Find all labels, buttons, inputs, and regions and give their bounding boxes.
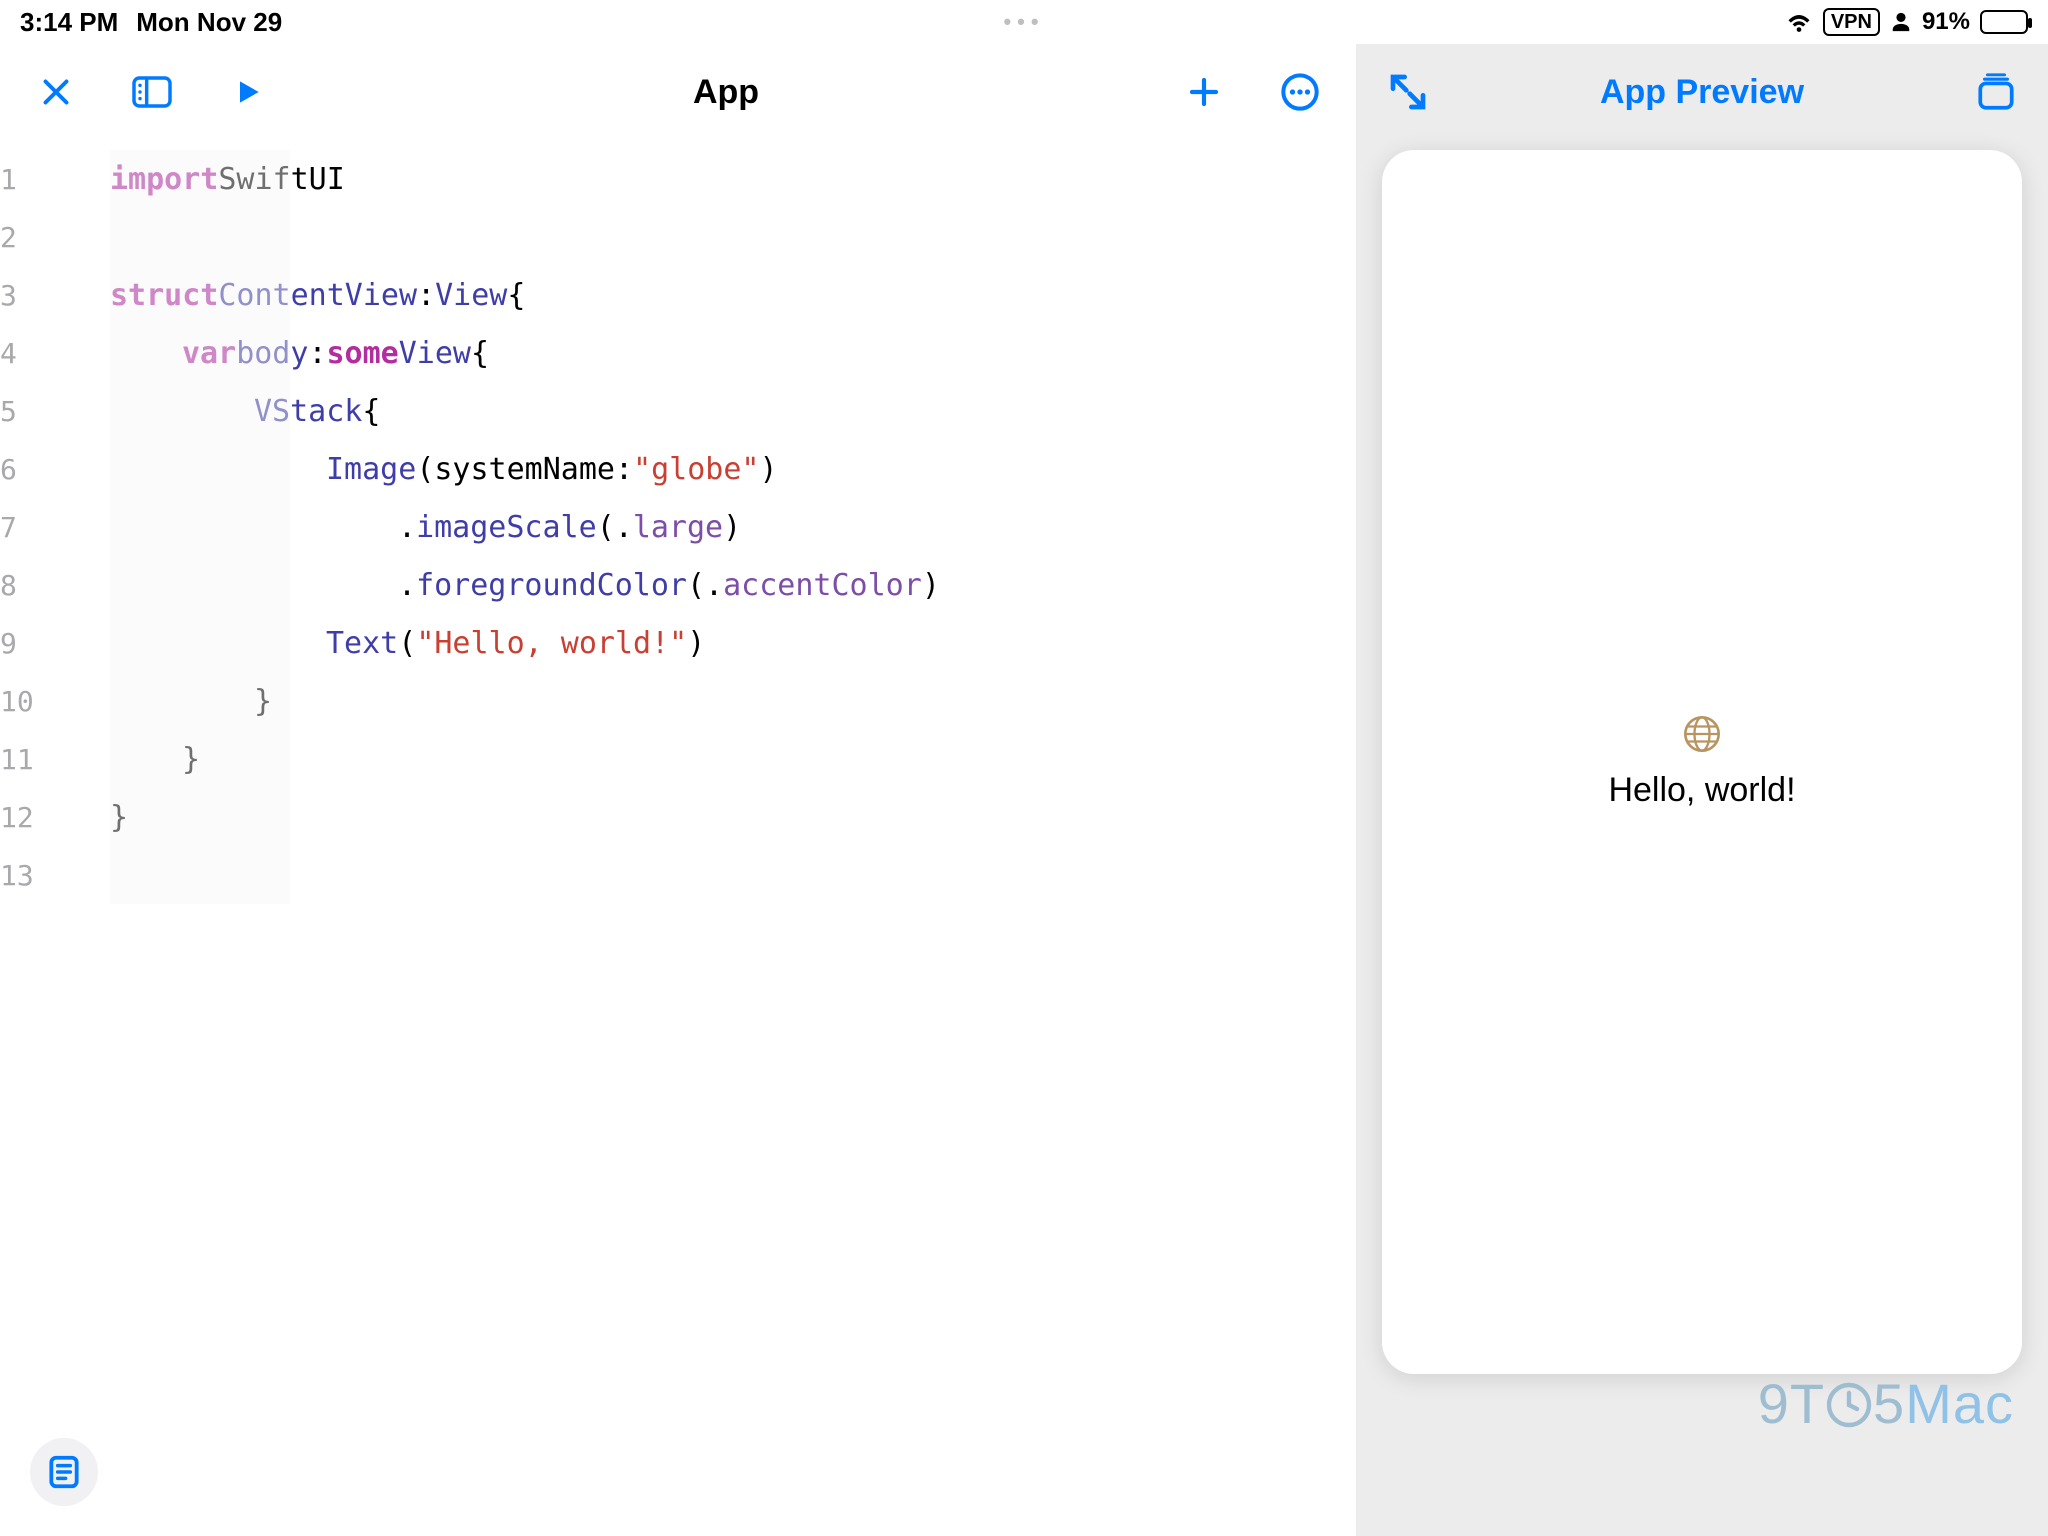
more-button[interactable] (1278, 70, 1322, 114)
add-button[interactable] (1182, 70, 1226, 114)
token: VStack (254, 394, 362, 429)
code-line[interactable] (110, 208, 1356, 266)
wifi-icon (1785, 11, 1813, 33)
token: ) (760, 452, 778, 487)
preview-title: App Preview (1460, 73, 1944, 112)
line-number: 3 (0, 279, 17, 312)
documentation-button[interactable] (30, 1438, 98, 1506)
token: ) (687, 626, 705, 661)
token: ) (723, 510, 741, 545)
token: ContentView (218, 278, 417, 313)
code-line[interactable]: import SwiftUI (110, 150, 1356, 208)
preview-hello-text: Hello, world! (1608, 771, 1795, 810)
token: "Hello, world!" (416, 626, 687, 661)
line-number: 7 (0, 511, 17, 544)
battery-percent: 91% (1922, 8, 1970, 36)
code-line[interactable]: VStack { (110, 382, 1356, 440)
code-line[interactable]: var body: some View { (110, 324, 1356, 382)
token: Text (326, 626, 398, 661)
window-stack-button[interactable] (1974, 70, 2018, 114)
code-line[interactable]: } (110, 730, 1356, 788)
token: accentColor (723, 568, 922, 603)
globe-icon (1682, 714, 1722, 759)
token: (systemName: (416, 452, 633, 487)
token: Image (326, 452, 416, 487)
token: var (182, 336, 236, 371)
token: . (398, 568, 416, 603)
preview-pane: App Preview Hello, world! 9T 5Mac (1356, 44, 2048, 1536)
token: ( (398, 626, 416, 661)
line-number: 13 (0, 859, 34, 892)
preview-content: Hello, world! (1608, 714, 1795, 810)
token: { (507, 278, 525, 313)
person-icon (1890, 11, 1912, 33)
code-line[interactable] (110, 846, 1356, 904)
token: { (471, 336, 489, 371)
code-line[interactable]: } (110, 672, 1356, 730)
line-number: 6 (0, 453, 17, 486)
token: imageScale (416, 510, 597, 545)
status-time: 3:14 PM (20, 7, 118, 38)
token: { (362, 394, 380, 429)
editor-title: App (322, 73, 1130, 112)
preview-toolbar: App Preview (1356, 44, 2048, 140)
code-line[interactable]: Image(systemName: "globe") (110, 440, 1356, 498)
line-gutter: 1 2 3 4 5 6 7 8 9 10 11 12 13 (0, 150, 110, 1536)
token: foregroundColor (416, 568, 687, 603)
run-button[interactable] (226, 70, 270, 114)
line-number: 10 (0, 685, 34, 718)
battery-icon (1980, 10, 2028, 34)
token: ) (922, 568, 940, 603)
token: } (110, 800, 128, 835)
watermark-part: 5 (1873, 1372, 1905, 1435)
sidebar-toggle-button[interactable] (130, 70, 174, 114)
line-number: 12 (0, 801, 34, 834)
token: View (435, 278, 507, 313)
token: (. (687, 568, 723, 603)
token: large (633, 510, 723, 545)
watermark-part: Mac (1905, 1372, 2014, 1435)
expand-button[interactable] (1386, 70, 1430, 114)
token: View (399, 336, 471, 371)
token: : (308, 336, 326, 371)
token: body (236, 336, 308, 371)
line-number: 2 (0, 221, 17, 254)
token: "globe" (633, 452, 759, 487)
token: (. (597, 510, 633, 545)
token: import (110, 162, 218, 197)
line-number: 11 (0, 743, 34, 776)
token: : (417, 278, 435, 313)
line-number: 8 (0, 569, 17, 602)
line-number: 5 (0, 395, 17, 428)
code-line[interactable]: .foregroundColor(.accentColor) (110, 556, 1356, 614)
token: } (182, 742, 200, 777)
watermark-part: 9T (1758, 1372, 1825, 1435)
code-line[interactable]: .imageScale(.large) (110, 498, 1356, 556)
vpn-badge: VPN (1823, 8, 1880, 36)
watermark: 9T 5Mac (1758, 1371, 2014, 1436)
token: struct (110, 278, 218, 313)
status-bar: 3:14 PM Mon Nov 29 ••• VPN 91% (0, 0, 2048, 44)
token: some (327, 336, 399, 371)
code-line[interactable]: struct ContentView: View { (110, 266, 1356, 324)
status-date: Mon Nov 29 (136, 7, 282, 38)
code-lines[interactable]: import SwiftUI struct ContentView: View … (110, 150, 1356, 1536)
line-number: 9 (0, 627, 17, 660)
close-button[interactable] (34, 70, 78, 114)
preview-canvas[interactable]: Hello, world! (1382, 150, 2022, 1374)
editor-toolbar: App (0, 44, 1356, 140)
line-number: 1 (0, 163, 17, 196)
token: } (254, 684, 272, 719)
code-line[interactable]: } (110, 788, 1356, 846)
token: . (398, 510, 416, 545)
code-editor[interactable]: 1 2 3 4 5 6 7 8 9 10 11 12 13 import Swi… (0, 140, 1356, 1536)
multitask-dots-icon[interactable]: ••• (1003, 9, 1044, 35)
editor-pane: App 1 2 3 4 5 6 7 8 9 1 (0, 44, 1356, 1536)
token: SwiftUI (218, 162, 344, 197)
line-number: 4 (0, 337, 17, 370)
code-line[interactable]: Text("Hello, world!") (110, 614, 1356, 672)
